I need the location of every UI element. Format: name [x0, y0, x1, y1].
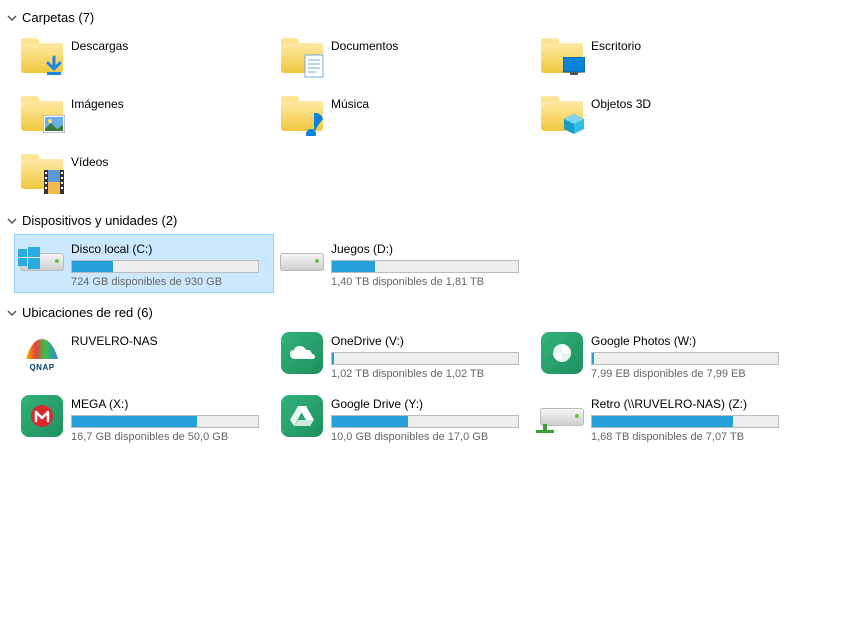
chevron-down-icon: [6, 12, 18, 24]
network-label: Retro (\\RUVELRO-NAS) (Z:): [591, 396, 789, 412]
drive-free-text: 724 GB disponibles de 930 GB: [71, 276, 269, 288]
section-header-folders[interactable]: Carpetas (7): [0, 8, 851, 27]
network-item-retro[interactable]: Retro (\\RUVELRO-NAS) (Z:) 1,68 TB dispo…: [534, 389, 794, 448]
drive-usage-bar: [71, 415, 259, 428]
folder-label: Música: [331, 96, 529, 112]
drive-usage-bar: [591, 352, 779, 365]
folder-label: Escritorio: [591, 38, 789, 54]
network-item-nas[interactable]: QNAP RUVELRO-NAS: [14, 326, 274, 385]
drive-label: Juegos (D:): [331, 241, 529, 257]
network-item-onedrive[interactable]: OneDrive (V:) 1,02 TB disponibles de 1,0…: [274, 326, 534, 385]
folder-icon-desktop: [539, 36, 585, 80]
drive-label: Disco local (C:): [71, 241, 269, 257]
folder-icon-downloads: [19, 36, 65, 80]
folder-icon-pictures: [19, 94, 65, 138]
drive-usage-bar: [331, 415, 519, 428]
folder-label: Documentos: [331, 38, 529, 54]
network-drive-icon: [539, 394, 585, 438]
folder-item-music[interactable]: Música: [274, 89, 534, 143]
drive-icon-d: [279, 239, 325, 283]
network-free-text: 7,99 EB disponibles de 7,99 EB: [591, 368, 789, 380]
section-header-drives[interactable]: Dispositivos y unidades (2): [0, 211, 851, 230]
folder-icon-objects3d: [539, 94, 585, 138]
mega-icon: [19, 394, 65, 438]
network-item-gdrive[interactable]: Google Drive (Y:) 10,0 GB disponibles de…: [274, 389, 534, 448]
folder-icon-documents: [279, 36, 325, 80]
network-label: RUVELRO-NAS: [71, 333, 269, 349]
drive-free-text: 1,40 TB disponibles de 1,81 TB: [331, 276, 529, 288]
network-label: Google Photos (W:): [591, 333, 789, 349]
folder-icon-music: [279, 94, 325, 138]
drive-item-d[interactable]: Juegos (D:) 1,40 TB disponibles de 1,81 …: [274, 234, 534, 293]
drive-item-c[interactable]: Disco local (C:) 724 GB disponibles de 9…: [14, 234, 274, 293]
folder-label: Imágenes: [71, 96, 269, 112]
drive-usage-bar: [71, 260, 259, 273]
section-title-network: Ubicaciones de red (6): [22, 305, 153, 320]
folder-icon-videos: [19, 152, 65, 196]
folder-item-objects3d[interactable]: Objetos 3D: [534, 89, 794, 143]
drive-icon-c: [19, 239, 65, 283]
folder-label: Descargas: [71, 38, 269, 54]
section-title-folders: Carpetas (7): [22, 10, 94, 25]
network-item-mega[interactable]: MEGA (X:) 16,7 GB disponibles de 50,0 GB: [14, 389, 274, 448]
section-title-drives: Dispositivos y unidades (2): [22, 213, 177, 228]
folder-item-downloads[interactable]: Descargas: [14, 31, 274, 85]
drive-usage-bar: [331, 352, 519, 365]
network-label: Google Drive (Y:): [331, 396, 529, 412]
chevron-down-icon: [6, 307, 18, 319]
folder-item-videos[interactable]: Vídeos: [14, 147, 274, 201]
onedrive-icon: [279, 331, 325, 375]
network-free-text: 10,0 GB disponibles de 17,0 GB: [331, 431, 529, 443]
network-label: MEGA (X:): [71, 396, 269, 412]
folder-item-documents[interactable]: Documentos: [274, 31, 534, 85]
drive-usage-bar: [331, 260, 519, 273]
folder-label: Vídeos: [71, 154, 269, 170]
network-label: OneDrive (V:): [331, 333, 529, 349]
section-header-network[interactable]: Ubicaciones de red (6): [0, 303, 851, 322]
google-photos-icon: [539, 331, 585, 375]
drive-usage-bar: [591, 415, 779, 428]
network-item-gphotos[interactable]: Google Photos (W:) 7,99 EB disponibles d…: [534, 326, 794, 385]
network-free-text: 1,68 TB disponibles de 7,07 TB: [591, 431, 789, 443]
qnap-icon: QNAP: [19, 331, 65, 375]
chevron-down-icon: [6, 215, 18, 227]
network-free-text: 1,02 TB disponibles de 1,02 TB: [331, 368, 529, 380]
network-free-text: 16,7 GB disponibles de 50,0 GB: [71, 431, 269, 443]
google-drive-icon: [279, 394, 325, 438]
folder-item-desktop[interactable]: Escritorio: [534, 31, 794, 85]
folder-label: Objetos 3D: [591, 96, 789, 112]
folder-item-pictures[interactable]: Imágenes: [14, 89, 274, 143]
